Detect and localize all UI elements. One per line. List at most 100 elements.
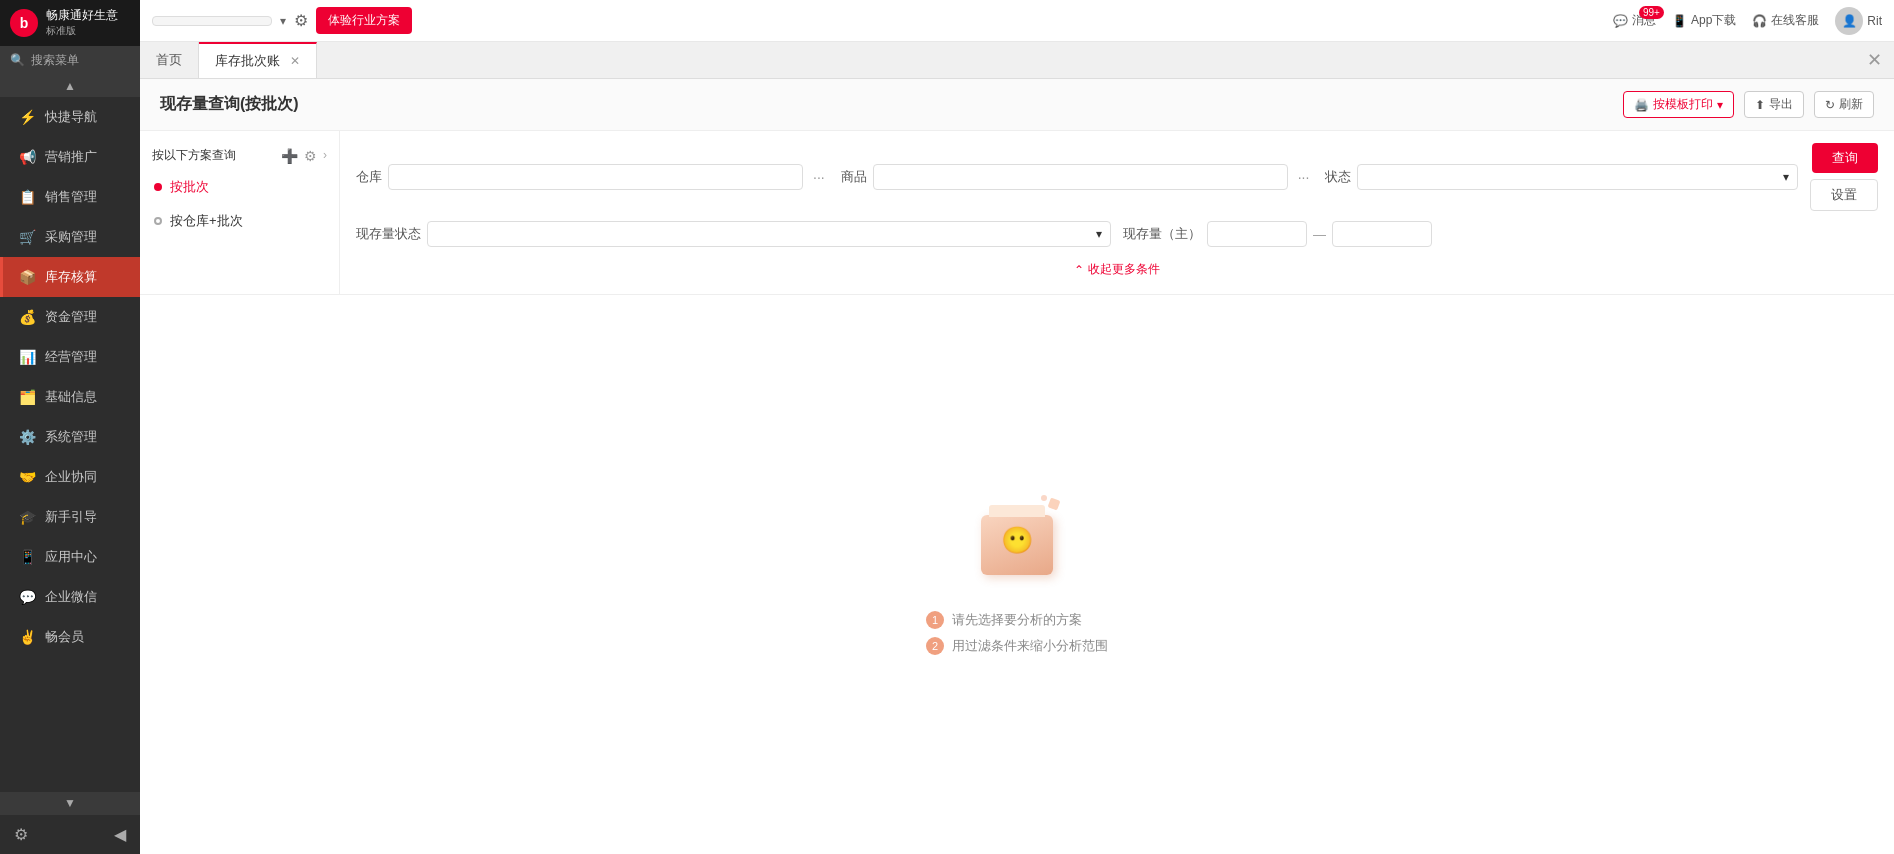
sidebar-item-finance[interactable]: 💰 资金管理 (0, 297, 140, 337)
range-dash: — (1313, 227, 1326, 242)
sidebar-item-label: 资金管理 (45, 308, 97, 326)
product-label: 商品 (841, 168, 867, 186)
sidebar-item-newbie[interactable]: 🎓 新手引导 (0, 497, 140, 537)
sidebar-item-appstore[interactable]: 📱 应用中心 (0, 537, 140, 577)
sidebar-nav: ⚡ 快捷导航 📢 营销推广 📋 销售管理 🛒 采购管理 📦 库存核算 💰 资金管… (0, 97, 140, 792)
empty-icon: 😶 (967, 495, 1067, 595)
tabs-bar: 首页 库存批次账 ✕ ✕ (140, 42, 1894, 79)
enterprise-icon: 🤝 (17, 467, 37, 487)
product-dots-btn[interactable]: ··· (1294, 169, 1314, 185)
inactive-dot (154, 217, 162, 225)
filter-sidebar-actions: ➕ ⚙ › (281, 148, 327, 164)
tab-close-btn[interactable]: ✕ (290, 54, 300, 68)
sidebar-item-purchase[interactable]: 🛒 采购管理 (0, 217, 140, 257)
add-filter-icon[interactable]: ➕ (281, 148, 298, 164)
sidebar-item-shortcuts[interactable]: ⚡ 快捷导航 (0, 97, 140, 137)
message-icon: 💬 (1613, 14, 1628, 28)
panel-close-btn[interactable]: ✕ (1855, 49, 1894, 71)
user-avatar-area[interactable]: 👤 Rit (1835, 7, 1882, 35)
hint-num-2: 2 (926, 637, 944, 655)
sidebar-item-label: 基础信息 (45, 388, 97, 406)
settings-footer-btn[interactable]: ⚙ (14, 825, 28, 844)
product-input[interactable] (873, 164, 1288, 190)
sidebar-item-marketing[interactable]: 📢 营销推广 (0, 137, 140, 177)
sidebar-item-sales[interactable]: 📋 销售管理 (0, 177, 140, 217)
filter-field-warehouse: 仓库 ··· (356, 164, 829, 190)
sidebar-item-system[interactable]: ⚙️ 系统管理 (0, 417, 140, 457)
export-btn[interactable]: ⬆ 导出 (1744, 91, 1804, 118)
sidebar-item-basic[interactable]: 🗂️ 基础信息 (0, 377, 140, 417)
app-logo: b (10, 9, 38, 37)
printer-icon: 🖨️ (1634, 98, 1649, 112)
active-dot (154, 183, 162, 191)
operations-icon: 📊 (17, 347, 37, 367)
warehouse-dots-btn[interactable]: ··· (809, 169, 829, 185)
search-label: 搜索菜单 (31, 52, 79, 69)
stock-qty-label: 现存量（主） (1123, 225, 1201, 243)
topbar-dropdown-icon[interactable]: ▾ (280, 14, 286, 28)
sidebar-item-label: 经营管理 (45, 348, 97, 366)
stock-qty-max-input[interactable] (1332, 221, 1432, 247)
topbar-left: ▾ ⚙ 体验行业方案 (152, 7, 1605, 34)
refresh-icon: ↻ (1825, 98, 1835, 112)
content-area: 现存量查询(按批次) 🖨️ 按模板打印 ▾ ⬆ 导出 ↻ 刷新 (140, 79, 1894, 854)
trial-btn[interactable]: 体验行业方案 (316, 7, 412, 34)
page-title: 现存量查询(按批次) (160, 94, 299, 115)
query-btn[interactable]: 查询 (1812, 143, 1878, 173)
filter-option-by-warehouse-batch[interactable]: 按仓库+批次 (140, 204, 339, 238)
system-icon: ⚙️ (17, 427, 37, 447)
settings-btn[interactable]: 设置 (1810, 179, 1878, 211)
sidebar-item-member[interactable]: ✌ 畅会员 (0, 617, 140, 657)
refresh-btn[interactable]: ↻ 刷新 (1814, 91, 1874, 118)
scroll-up-btn[interactable]: ▲ (0, 75, 140, 97)
tab-home[interactable]: 首页 (140, 42, 199, 78)
marketing-icon: 📢 (17, 147, 37, 167)
tab-inventory-batch[interactable]: 库存批次账 ✕ (199, 42, 317, 78)
sidebar-item-inventory[interactable]: 📦 库存核算 (0, 257, 140, 297)
settings-filter-icon[interactable]: ⚙ (304, 148, 317, 164)
sidebar-item-label: 新手引导 (45, 508, 97, 526)
sidebar-item-enterprise[interactable]: 🤝 企业协同 (0, 457, 140, 497)
collapse-filter-icon[interactable]: › (323, 148, 327, 164)
filter-field-product: 商品 ··· (841, 164, 1314, 190)
empty-hint-1: 1 请先选择要分析的方案 (926, 611, 1108, 629)
topbar: ▾ ⚙ 体验行业方案 💬 消息 99+ 📱 App下载 🎧 在线客服 👤 (140, 0, 1894, 42)
status-dropdown-icon: ▾ (1783, 170, 1789, 184)
topbar-gear-icon[interactable]: ⚙ (294, 11, 308, 30)
filter-option-by-batch[interactable]: 按批次 (140, 170, 339, 204)
app-download-btn[interactable]: 📱 App下载 (1672, 12, 1736, 29)
filter-sidebar-header: 按以下方案查询 ➕ ⚙ › (140, 141, 339, 170)
sidebar-header: b 畅康通好生意 标准版 (0, 0, 140, 46)
sidebar: b 畅康通好生意 标准版 🔍 搜索菜单 ▲ ⚡ 快捷导航 📢 营销推广 📋 销售… (0, 0, 140, 854)
sidebar-search[interactable]: 🔍 搜索菜单 (0, 46, 140, 75)
warehouse-input[interactable] (388, 164, 803, 190)
online-service-btn[interactable]: 🎧 在线客服 (1752, 12, 1819, 29)
sidebar-item-wechat[interactable]: 💬 企业微信 (0, 577, 140, 617)
search-icon: 🔍 (10, 53, 25, 67)
tab-inventory-batch-label: 库存批次账 (215, 52, 280, 70)
print-dropdown-icon[interactable]: ▾ (1717, 98, 1723, 112)
stock-qty-min-input[interactable] (1207, 221, 1307, 247)
headset-icon: 🎧 (1752, 14, 1767, 28)
stock-status-select[interactable]: ▾ (427, 221, 1111, 247)
scroll-down-btn[interactable]: ▼ (0, 792, 140, 814)
filter-field-status: 状态 ▾ (1325, 164, 1798, 190)
status-select[interactable]: ▾ (1357, 164, 1798, 190)
messages-btn[interactable]: 💬 消息 99+ (1613, 12, 1656, 29)
sidebar-item-label: 快捷导航 (45, 108, 97, 126)
sidebar-item-operations[interactable]: 📊 经营管理 (0, 337, 140, 377)
member-icon: ✌ (17, 627, 37, 647)
sidebar-item-label: 企业微信 (45, 588, 97, 606)
purchase-icon: 🛒 (17, 227, 37, 247)
filter-area: 按以下方案查询 ➕ ⚙ › 按批次 按仓库+批次 (140, 131, 1894, 294)
sidebar-item-label: 库存核算 (45, 268, 97, 286)
collapse-more-btn[interactable]: ⌃ 收起更多条件 (1066, 257, 1168, 282)
collapse-sidebar-btn[interactable]: ◀ (114, 825, 126, 844)
topbar-search[interactable] (152, 16, 272, 26)
warehouse-label: 仓库 (356, 168, 382, 186)
print-btn[interactable]: 🖨️ 按模板打印 ▾ (1623, 91, 1734, 118)
basic-icon: 🗂️ (17, 387, 37, 407)
filter-option-label: 按批次 (170, 178, 209, 196)
wechat-icon: 💬 (17, 587, 37, 607)
hint-text-2: 用过滤条件来缩小分析范围 (952, 637, 1108, 655)
